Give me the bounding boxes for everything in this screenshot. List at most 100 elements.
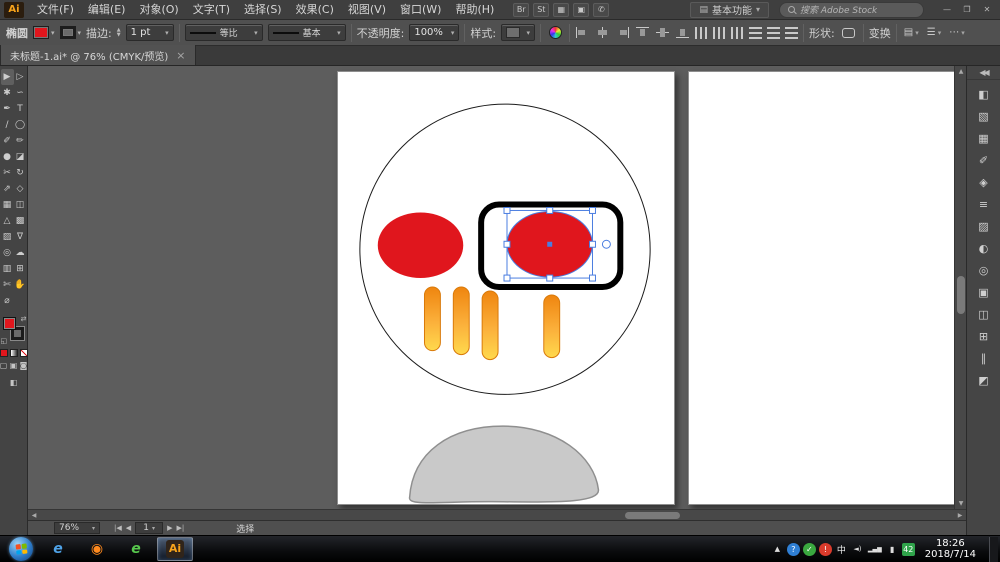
recolor-artwork-icon[interactable] [546, 24, 564, 42]
selection-tool[interactable]: ▶ [1, 69, 14, 85]
tooth-bar-4[interactable] [544, 295, 560, 358]
brushes-panel-icon[interactable]: ✐ [973, 152, 995, 168]
align-panel-icon[interactable]: ∥ [973, 350, 995, 366]
blob-brush-tool[interactable]: ● [1, 149, 14, 165]
stroke-width-stepper[interactable] [117, 28, 121, 38]
fill-swatch[interactable] [3, 317, 16, 330]
width-profile-dropdown[interactable]: 等比 [185, 24, 263, 41]
direct-selection-tool[interactable]: ▷ [14, 69, 27, 85]
type-tool[interactable]: T [14, 101, 27, 117]
artboard-1[interactable] [337, 71, 675, 505]
taskbar-ie-icon[interactable]: e [40, 537, 76, 561]
layers-panel-icon[interactable]: ◫ [973, 306, 995, 322]
start-button[interactable] [9, 537, 33, 561]
column-graph-tool[interactable]: ▥ [1, 261, 14, 277]
blend-tool[interactable]: ◎ [1, 245, 14, 261]
volume-tray-icon[interactable]: ◄) [851, 543, 864, 556]
taskbar-browser-icon[interactable]: e [118, 537, 154, 561]
color-panel-icon[interactable]: ◧ [973, 86, 995, 102]
perspective-grid-tool[interactable]: △ [1, 213, 14, 229]
rotate-tool[interactable]: ↻ [14, 165, 27, 181]
selection-handle[interactable] [504, 275, 510, 281]
draw-normal-icon[interactable]: ▢ [0, 361, 8, 370]
selection-handle[interactable] [590, 241, 596, 247]
menu-object[interactable]: 对象(O) [132, 0, 185, 20]
close-button[interactable] [978, 3, 996, 17]
tooth-bar-2[interactable] [453, 287, 469, 355]
width-tool[interactable]: ◇ [14, 181, 27, 197]
swap-fill-stroke-icon[interactable]: ⇄ [21, 315, 27, 323]
graphic-styles-panel-icon[interactable]: ▣ [973, 284, 995, 300]
distribute-horizontal-icon-3[interactable] [731, 27, 744, 39]
free-transform-tool[interactable]: ▦ [1, 197, 14, 213]
selection-handle[interactable] [504, 207, 510, 213]
transform-options-icon[interactable]: ▤ [904, 27, 919, 38]
stock-icon[interactable]: St [533, 3, 549, 17]
eraser-tool[interactable]: ◪ [14, 149, 27, 165]
menu-window[interactable]: 窗口(W) [393, 0, 448, 20]
selection-handle[interactable] [590, 207, 596, 213]
ellipse-tool[interactable]: ◯ [14, 117, 27, 133]
appearance-panel-icon[interactable]: ◎ [973, 262, 995, 278]
none-button[interactable] [20, 349, 28, 357]
align-bottom-icon[interactable] [675, 26, 690, 39]
selection-center-point[interactable] [548, 242, 552, 246]
distribute-horizontal-icon-1[interactable] [695, 27, 708, 39]
share-icon[interactable]: ✆ [593, 3, 609, 17]
fill-color-dropdown[interactable] [33, 26, 55, 39]
stock-search-input[interactable]: 搜索 Adobe Stock [779, 2, 924, 18]
help-tray-icon[interactable]: ? [787, 543, 800, 556]
taskbar-firefox-icon[interactable]: ◉ [79, 537, 115, 561]
vertical-scroll-thumb[interactable] [957, 276, 965, 314]
eyedropper-tool[interactable]: ∇ [14, 229, 27, 245]
tooth-bar-1[interactable] [424, 287, 440, 351]
network-tray-icon[interactable]: ▂▄▆ [867, 543, 883, 556]
chin-blob[interactable] [410, 426, 599, 503]
first-artboard-button[interactable] [114, 524, 122, 532]
last-artboard-button[interactable] [177, 524, 185, 532]
paintbrush-tool[interactable]: ✐ [1, 133, 14, 149]
horizontal-scroll-track[interactable] [40, 510, 954, 520]
document-layout-icon[interactable]: ▣ [573, 3, 589, 17]
menu-type[interactable]: 文字(T) [186, 0, 237, 20]
shape-properties-icon[interactable] [840, 24, 858, 42]
distribute-horizontal-icon-2[interactable] [713, 27, 726, 39]
stroke-color-dropdown[interactable] [60, 26, 82, 39]
power-tray-icon[interactable]: ▮ [886, 543, 899, 556]
gradient-button[interactable] [10, 349, 18, 357]
color-guide-panel-icon[interactable]: ▧ [973, 108, 995, 124]
tray-badge-42[interactable]: 42 [902, 543, 915, 556]
scale-tool[interactable]: ⇗ [1, 181, 14, 197]
menu-file[interactable]: 文件(F) [30, 0, 81, 20]
ime-tray-icon[interactable]: 中 [835, 543, 848, 556]
scroll-right-icon[interactable] [954, 512, 966, 519]
draw-inside-icon[interactable]: ◙ [20, 361, 28, 370]
pathfinder-panel-icon[interactable]: ◩ [973, 372, 995, 388]
workspace-switcher[interactable]: ▤ 基本功能 [690, 2, 769, 18]
artboard-2[interactable] [688, 71, 958, 505]
selection-handle[interactable] [504, 241, 510, 247]
canvas[interactable] [28, 66, 966, 509]
align-top-icon[interactable] [635, 26, 650, 39]
screen-mode-icon[interactable]: ◧ [10, 378, 18, 387]
alert-tray-icon[interactable]: ! [819, 543, 832, 556]
zoom-tool[interactable]: ⌀ [1, 293, 14, 309]
style-dropdown[interactable] [501, 24, 535, 41]
opacity-dropdown[interactable]: 100% [409, 24, 459, 41]
stroke-width-dropdown[interactable]: 1 pt [126, 24, 174, 41]
draw-behind-icon[interactable]: ▣ [10, 361, 18, 370]
hidden-icons-arrow[interactable]: ▲ [771, 543, 784, 556]
scissors-tool[interactable]: ✂ [1, 165, 14, 181]
security-tray-icon[interactable]: ✓ [803, 543, 816, 556]
horizontal-scrollbar[interactable] [28, 509, 966, 520]
default-colors-icon[interactable]: ◱ [1, 337, 8, 345]
restore-button[interactable] [958, 3, 976, 17]
more-options-icon[interactable]: ⋯ [949, 27, 965, 38]
menu-view[interactable]: 视图(V) [341, 0, 393, 20]
selection-handle[interactable] [547, 207, 553, 213]
transparency-panel-icon[interactable]: ◐ [973, 240, 995, 256]
document-tab[interactable]: 未标题-1.ai* @ 76% (CMYK/预览) × [0, 45, 196, 65]
horizontal-scroll-thumb[interactable] [625, 512, 680, 519]
arrange-documents-icon[interactable]: ▦ [553, 3, 569, 17]
artboard-tool[interactable]: ⊞ [14, 261, 27, 277]
